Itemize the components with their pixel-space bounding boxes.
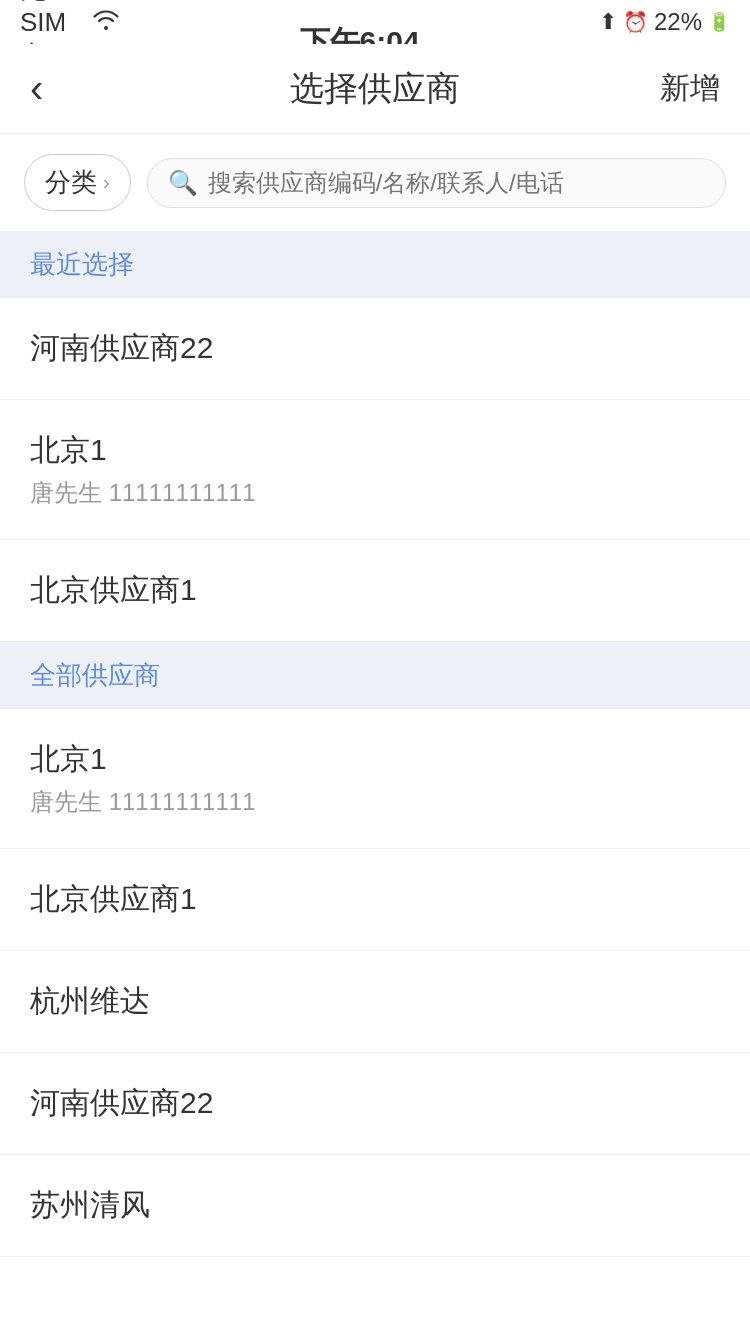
search-icon: 🔍 <box>168 169 198 197</box>
list-item[interactable]: 河南供应商22 <box>0 298 750 400</box>
section-header-all: 全部供应商 <box>0 642 750 709</box>
section-header-recent: 最近选择 <box>0 231 750 298</box>
location-icon: ⬆ <box>599 9 617 35</box>
chevron-right-icon: › <box>103 171 110 194</box>
item-name: 北京1 <box>30 430 720 471</box>
section-header-text: 最近选择 <box>30 249 134 279</box>
item-sub: 唐先生 11111111111 <box>30 477 720 509</box>
search-box[interactable]: 🔍 <box>147 158 726 208</box>
list-item[interactable]: 北京供应商1 <box>0 849 750 951</box>
list-item[interactable]: 河南供应商22 <box>0 1053 750 1155</box>
list-item[interactable]: 北京1 唐先生 11111111111 <box>0 709 750 849</box>
wifi-icon <box>92 8 120 36</box>
list-item[interactable]: 北京1 唐先生 11111111111 <box>0 400 750 540</box>
page-title: 选择供应商 <box>290 66 460 112</box>
item-name: 北京1 <box>30 739 720 780</box>
status-bar: 无 SIM 卡 下午6:04 ⬆ ⏰ 22% 🔋 <box>0 0 750 44</box>
item-name: 河南供应商22 <box>30 328 720 369</box>
status-right: ⬆ ⏰ 22% 🔋 <box>599 8 730 36</box>
list-item[interactable]: 苏州清风 <box>0 1155 750 1257</box>
category-label: 分类 <box>45 165 97 200</box>
battery-icon: 🔋 <box>708 11 730 33</box>
section-header-text: 全部供应商 <box>30 660 160 690</box>
suppliers-list: 最近选择河南供应商22 北京1 唐先生 11111111111 北京供应商1 全部供应商… <box>0 231 750 1257</box>
item-name: 苏州清风 <box>30 1185 720 1226</box>
filter-bar: 分类 › 🔍 <box>0 134 750 231</box>
back-button[interactable]: ‹ <box>30 66 90 111</box>
category-button[interactable]: 分类 › <box>24 154 131 211</box>
alarm-icon: ⏰ <box>623 10 648 34</box>
search-input[interactable] <box>208 169 705 197</box>
item-sub: 唐先生 11111111111 <box>30 786 720 818</box>
item-name: 北京供应商1 <box>30 879 720 920</box>
list-item[interactable]: 北京供应商1 <box>0 540 750 642</box>
item-name: 杭州维达 <box>30 981 720 1022</box>
item-name: 北京供应商1 <box>30 570 720 611</box>
battery-text: 22% <box>654 8 702 36</box>
item-name: 河南供应商22 <box>30 1083 720 1124</box>
nav-bar: ‹ 选择供应商 新增 <box>0 44 750 134</box>
list-item[interactable]: 杭州维达 <box>0 951 750 1053</box>
new-button[interactable]: 新增 <box>660 68 720 109</box>
